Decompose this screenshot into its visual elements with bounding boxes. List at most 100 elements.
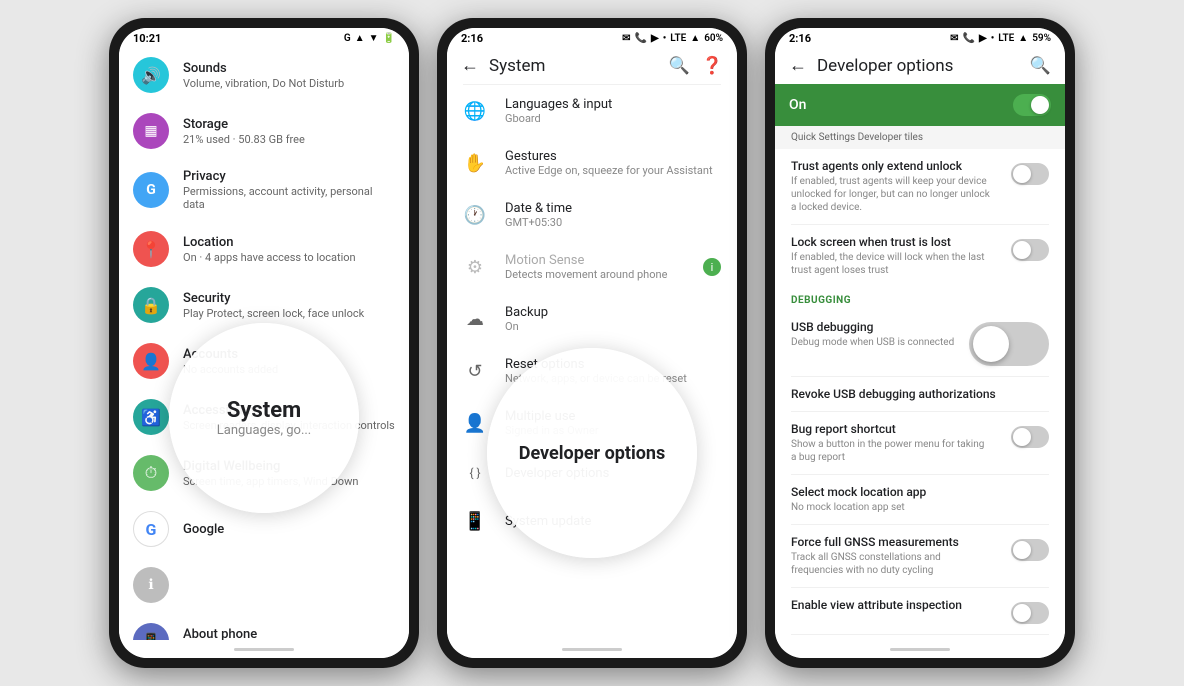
dev-on-bar: On [775, 84, 1065, 126]
gestures-title: Gestures [505, 149, 713, 164]
lte-icon-3: LTE [998, 33, 1014, 44]
location-subtitle: On · 4 apps have access to location [183, 251, 395, 264]
multipleuse-sub: Signed in as Owner [505, 424, 599, 437]
home-indicator-1 [234, 648, 294, 651]
privacy-title: Privacy [183, 169, 395, 184]
viewattr-toggle[interactable] [1011, 602, 1049, 624]
datetime-sub: GMT+05:30 [505, 216, 572, 229]
datetime-title: Date & time [505, 201, 572, 216]
trustagents-toggle[interactable] [1011, 163, 1049, 185]
dev-item-bugreport[interactable]: Bug report shortcut Show a button in the… [775, 412, 1065, 474]
search-icon-2[interactable]: 🔍 [669, 56, 690, 76]
sys-item-backup[interactable]: ☁ Backup On [447, 293, 737, 345]
signal-icon-3: ▲ [1018, 33, 1028, 44]
sys-item-languages[interactable]: 🌐 Languages & input Gboard [447, 85, 737, 137]
trustagents-title: Trust agents only extend unlock [791, 159, 991, 173]
search-icon-3[interactable]: 🔍 [1030, 56, 1051, 76]
back-button-2[interactable]: ← [461, 55, 479, 76]
usb-toggle-enlarged[interactable] [969, 322, 1049, 366]
time-1: 10:21 [133, 32, 161, 45]
settings-item-security[interactable]: 🔒 Security Play Protect, screen lock, fa… [119, 277, 409, 333]
lte-icon: LTE [670, 33, 686, 44]
multipleuse-title: Multiple use [505, 409, 599, 424]
revokeusb-title: Revoke USB debugging authorizations [791, 387, 996, 401]
header-icons-2: 🔍 ❓ [669, 56, 723, 76]
settings-item-privacy[interactable]: G Privacy Permissions, account activity,… [119, 159, 409, 221]
settings-item-accessibility[interactable]: ♿ Accessibility Screen readers, display,… [119, 389, 409, 445]
home-indicator-3 [890, 648, 950, 651]
bugreport-title: Bug report shortcut [791, 422, 991, 436]
sys-item-multipleuse[interactable]: 👤 Multiple use Signed in as Owner [447, 397, 737, 449]
storage-subtitle: 21% used · 50.83 GB free [183, 133, 395, 146]
phone-1: 10:21 G ▲ ▼ 🔋 🔊 Sounds Volume, vibration… [109, 18, 419, 668]
accounts-subtitle: No accounts added [183, 363, 395, 376]
home-indicator-2 [562, 648, 622, 651]
lockscreen-title: Lock screen when trust is lost [791, 235, 991, 249]
sys-item-motionsense[interactable]: ⚙ Motion Sense Detects movement around p… [447, 241, 737, 293]
back-button-3[interactable]: ← [789, 55, 807, 76]
systemupdate-icon: 📱 [463, 509, 487, 533]
sounds-subtitle: Volume, vibration, Do Not Disturb [183, 77, 395, 90]
sys-item-devoptions[interactable]: { } Developer options [447, 449, 737, 497]
accessibility-subtitle: Screen readers, display, interaction con… [183, 419, 395, 432]
usb-sub: Debug mode when USB is connected [791, 336, 954, 349]
gnss-toggle[interactable] [1011, 539, 1049, 561]
dev-item-mocklocation[interactable]: Select mock location app No mock locatio… [775, 475, 1065, 524]
battery-icon-3: 59% [1032, 33, 1051, 44]
settings-item-storage[interactable]: ▦ Storage 21% used · 50.83 GB free [119, 103, 409, 159]
aboutphone-title: About phone [183, 627, 395, 641]
settings-list: 🔊 Sounds Volume, vibration, Do Not Distu… [119, 47, 409, 640]
time-3: 2:16 [789, 32, 811, 45]
status-icons-3: ✉ 📞 ▶ • LTE ▲ 59% [950, 33, 1051, 44]
dev-item-lockscreen[interactable]: Lock screen when trust is lost If enable… [775, 225, 1065, 287]
settings-item-accounts[interactable]: 👤 Accounts No accounts added [119, 333, 409, 389]
settings-item-digital[interactable]: ⏱ Digital Wellbeing Screen time, app tim… [119, 445, 409, 501]
languages-title: Languages & input [505, 97, 612, 112]
toggle-knob [973, 326, 1009, 362]
sys-item-reset[interactable]: ↺ Reset options Network, apps, or device… [447, 345, 737, 397]
location-icon: 📍 [133, 231, 169, 267]
nav-bar-2 [447, 640, 737, 658]
accounts-title: Accounts [183, 347, 395, 362]
whatsapp-icon-3: 📞 [963, 33, 975, 44]
dev-list: Quick Settings Developer tiles Trust age… [775, 126, 1065, 640]
security-icon: 🔒 [133, 287, 169, 323]
dev-item-usbdebugging[interactable]: USB debugging Debug mode when USB is con… [775, 310, 1065, 376]
google-title: Google [183, 522, 395, 537]
settings-item-about[interactable]: ℹ [119, 557, 409, 613]
digital-title: Digital Wellbeing [183, 459, 395, 474]
settings-item-sounds[interactable]: 🔊 Sounds Volume, vibration, Do Not Distu… [119, 47, 409, 103]
globe-icon: 🌐 [463, 99, 487, 123]
sounds-title: Sounds [183, 61, 395, 76]
dev-item-revokeusb[interactable]: Revoke USB debugging authorizations [775, 377, 1065, 411]
settings-item-aboutphone[interactable]: 📱 About phone Pixel 4 XL [119, 613, 409, 640]
accessibility-title: Accessibility [183, 403, 395, 418]
location-title: Location [183, 235, 395, 250]
whatsapp-icon: 📞 [635, 33, 647, 44]
devoptions-icon: { } [463, 461, 487, 485]
sounds-icon: 🔊 [133, 57, 169, 93]
lockscreen-toggle[interactable] [1011, 239, 1049, 261]
gnss-title: Force full GNSS measurements [791, 535, 991, 549]
backup-sub: On [505, 320, 548, 333]
status-icons-1: G ▲ ▼ 🔋 [344, 33, 395, 44]
motionsense-sub: Detects movement around phone [505, 268, 667, 281]
dev-item-viewattr[interactable]: Enable view attribute inspection [775, 588, 1065, 634]
settings-item-google[interactable]: G Google [119, 501, 409, 557]
trustagents-sub: If enabled, trust agents will keep your … [791, 175, 991, 214]
help-icon-2[interactable]: ❓ [702, 56, 723, 76]
digital-icon: ⏱ [133, 455, 169, 491]
signal-icon: ▲ [355, 33, 365, 44]
bugreport-sub: Show a button in the power menu for taki… [791, 438, 991, 464]
dev-item-trustagents[interactable]: Trust agents only extend unlock If enabl… [775, 149, 1065, 224]
settings-item-location[interactable]: 📍 Location On · 4 apps have access to lo… [119, 221, 409, 277]
on-toggle[interactable] [1013, 94, 1051, 116]
gestures-icon: ✋ [463, 151, 487, 175]
languages-sub: Gboard [505, 112, 612, 125]
sys-item-systemupdate[interactable]: 📱 System update [447, 497, 737, 545]
bugreport-toggle[interactable] [1011, 426, 1049, 448]
storage-icon: ▦ [133, 113, 169, 149]
sys-item-gestures[interactable]: ✋ Gestures Active Edge on, squeeze for y… [447, 137, 737, 189]
dev-item-gnss[interactable]: Force full GNSS measurements Track all G… [775, 525, 1065, 587]
sys-item-datetime[interactable]: 🕐 Date & time GMT+05:30 [447, 189, 737, 241]
